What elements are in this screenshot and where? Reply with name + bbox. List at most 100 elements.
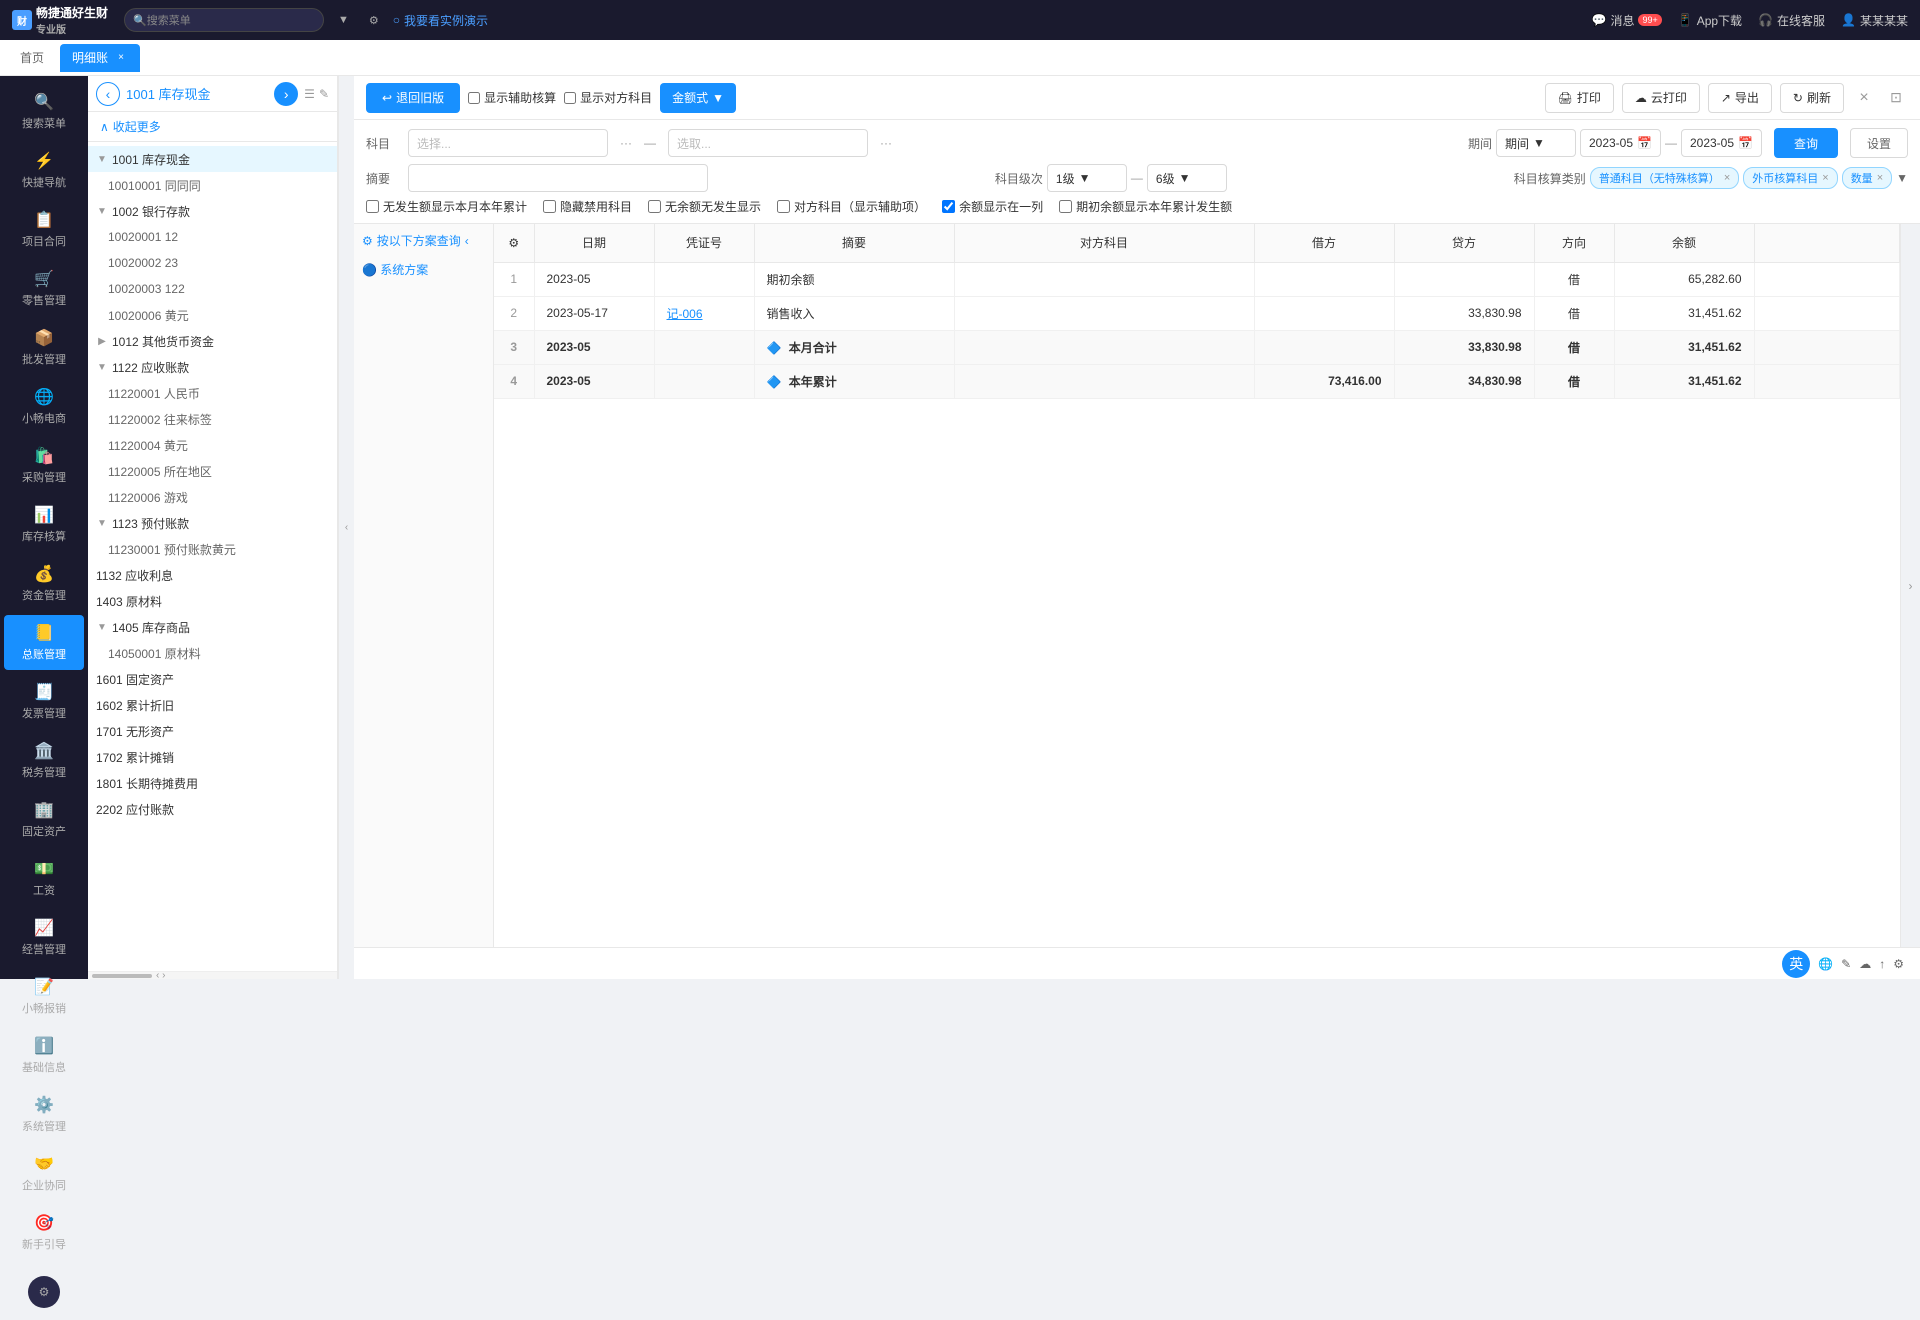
bottom-translate-btn[interactable]: 英 [1782, 950, 1810, 978]
sidebar-item-wholesale[interactable]: 📦 批发管理 [4, 320, 84, 375]
bottom-edit-icon[interactable]: ✎ [1841, 957, 1851, 971]
tree-item-1702[interactable]: 1702 累计摊销 [88, 744, 337, 770]
tree-item-10010001[interactable]: 10010001 同同同 [88, 172, 337, 198]
summary-input[interactable] [408, 164, 708, 192]
voucher-link-2[interactable]: 记-006 [667, 307, 703, 321]
tree-item-11230001[interactable]: 11230001 预付账款黄元 [88, 536, 337, 562]
tree-item-10020002[interactable]: 10020002 23 [88, 250, 337, 276]
window-expand-btn[interactable]: ⊡ [1884, 86, 1908, 110]
tree-item-1701[interactable]: 1701 无形资产 [88, 718, 337, 744]
tree-item-10020006[interactable]: 10020006 黄元 [88, 302, 337, 328]
filter-config-icon[interactable]: ⚙ [362, 234, 373, 248]
tree-item-11220006[interactable]: 11220006 游戏 [88, 484, 337, 510]
tree-item-10020003[interactable]: 10020003 122 [88, 276, 337, 302]
checkbox-hide-disabled[interactable]: 隐藏禁用科目 [543, 198, 632, 215]
tree-item-11220005[interactable]: 11220005 所在地区 [88, 458, 337, 484]
list-view-icon[interactable]: ☰ [304, 87, 315, 101]
sidebar-item-expenses[interactable]: 📝 小畅报销 [4, 969, 84, 1024]
tree-item-2202[interactable]: 2202 应付账款 [88, 796, 337, 822]
checkbox-no-balance-show[interactable]: 无余额无发生显示 [648, 198, 761, 215]
user-avatar[interactable]: 👤 某某某某 [1841, 12, 1908, 29]
td-voucher-2[interactable]: 记-006 [654, 296, 754, 330]
sidebar-item-general-ledger[interactable]: 📒 总账管理 [4, 615, 84, 670]
bottom-cloud-icon[interactable]: ☁ [1859, 957, 1871, 971]
checkbox-hide-disabled-input[interactable] [543, 200, 556, 213]
checkbox-balance-one-col[interactable]: 余额显示在一列 [942, 198, 1043, 215]
sidebar-item-ecommerce[interactable]: 🌐 小畅电商 [4, 379, 84, 434]
checkbox-show-ytd[interactable]: 期初余额显示本年累计发生额 [1059, 198, 1232, 215]
message-btn[interactable]: 💬 消息 99+ [1592, 12, 1662, 29]
show-counter-subject-checkbox[interactable]: 显示对方科目 [564, 89, 652, 106]
refresh-btn[interactable]: ↻ 刷新 [1780, 83, 1844, 113]
online-service-btn[interactable]: 🎧 在线客服 [1758, 12, 1825, 29]
account-scrollbar[interactable]: ‹ › [88, 971, 337, 979]
tag-foreign-subject[interactable]: 外币核算科目 × [1743, 167, 1837, 189]
tag-quantity-remove[interactable]: × [1877, 172, 1883, 184]
sidebar-item-guide[interactable]: 🎯 新手引导 [4, 1205, 84, 1260]
query-btn[interactable]: 查询 [1774, 128, 1838, 158]
tree-item-14050001[interactable]: 14050001 原材料 [88, 640, 337, 666]
show-counter-input[interactable] [564, 92, 576, 104]
checkbox-balance-one-col-input[interactable] [942, 200, 955, 213]
show-helper-input[interactable] [468, 92, 480, 104]
edit-icon[interactable]: ✎ [319, 87, 329, 101]
period-end-input[interactable]: 2023-05 📅 [1681, 129, 1762, 157]
bottom-globe-icon[interactable]: 🌐 [1818, 957, 1833, 971]
app-download-btn[interactable]: 📱 App下载 [1678, 12, 1742, 29]
sidebar-item-business[interactable]: 📈 经营管理 [4, 910, 84, 965]
cloud-print-btn[interactable]: ☁ 云打印 [1622, 83, 1700, 113]
tree-item-11220002[interactable]: 11220002 往来标签 [88, 406, 337, 432]
bottom-upload-icon[interactable]: ↑ [1879, 957, 1885, 971]
right-expand-panel[interactable]: › [1900, 224, 1920, 947]
tree-item-10020001[interactable]: 10020001 12 [88, 224, 337, 250]
collect-more-btn[interactable]: ∧ 收起更多 [88, 112, 337, 142]
tree-item-1123[interactable]: ▼ 1123 预付账款 [88, 510, 337, 536]
sidebar-item-basic-info[interactable]: ℹ️ 基础信息 [4, 1028, 84, 1083]
sidebar-item-project[interactable]: 📋 项目合同 [4, 202, 84, 257]
sidebar-item-retail[interactable]: 🛒 零售管理 [4, 261, 84, 316]
period-type-select[interactable]: 期间 ▼ [1496, 129, 1576, 157]
th-settings[interactable]: ⚙ [494, 224, 534, 262]
subject-end-input[interactable]: 选取... [668, 129, 868, 157]
account-prev-btn[interactable]: ‹ [96, 82, 120, 106]
tree-item-1122[interactable]: ▼ 1122 应收账款 [88, 354, 337, 380]
tree-item-1012[interactable]: ▶ 1012 其他货币资金 [88, 328, 337, 354]
filter-panel-collapse-icon[interactable]: ‹ [465, 234, 469, 248]
window-close-btn[interactable]: × [1852, 86, 1876, 110]
tag-normal-remove[interactable]: × [1724, 172, 1730, 184]
set-btn[interactable]: 设置 [1850, 128, 1908, 158]
tree-item-1602[interactable]: 1602 累计折旧 [88, 692, 337, 718]
print-btn[interactable]: 🖨 打印 [1545, 83, 1614, 113]
sidebar-item-cooperation[interactable]: 🤝 企业协同 [4, 1146, 84, 1201]
show-helper-checkbox[interactable]: 显示辅助核算 [468, 89, 556, 106]
tree-item-1801[interactable]: 1801 长期待摊费用 [88, 770, 337, 796]
table-settings-icon[interactable]: ⚙ [508, 236, 519, 250]
tree-item-11220001[interactable]: 11220001 人民币 [88, 380, 337, 406]
checkbox-show-counter[interactable]: 对方科目（显示辅助项） [777, 198, 926, 215]
export-btn[interactable]: ↗ 导出 [1708, 83, 1772, 113]
sidebar-item-tax[interactable]: 🏛️ 税务管理 [4, 733, 84, 788]
dropdown-icon[interactable]: ▼ [332, 12, 355, 28]
sidebar-item-search-menu[interactable]: 🔍 搜索菜单 [4, 84, 84, 139]
tree-item-1405[interactable]: ▼ 1405 库存商品 [88, 614, 337, 640]
sidebar-item-quick-nav[interactable]: ⚡ 快捷导航 [4, 143, 84, 198]
checkbox-show-counter-input[interactable] [777, 200, 790, 213]
sidebar-item-salary[interactable]: 💵 工资 [4, 851, 84, 906]
tree-item-11220004[interactable]: 11220004 黄元 [88, 432, 337, 458]
tab-close-icon[interactable]: × [114, 51, 128, 65]
tree-item-1002[interactable]: ▼ 1002 银行存款 [88, 198, 337, 224]
side-toggle-btn[interactable]: ‹ [338, 76, 354, 979]
sidebar-item-sys-mgmt[interactable]: ⚙️ 系统管理 [4, 1087, 84, 1142]
checkbox-no-balance[interactable]: 无发生额显示本月本年累计 [366, 198, 527, 215]
tree-item-1601[interactable]: 1601 固定资产 [88, 666, 337, 692]
sidebar-item-purchase[interactable]: 🛍️ 采购管理 [4, 438, 84, 493]
checkbox-no-balance-show-input[interactable] [648, 200, 661, 213]
tag-foreign-remove[interactable]: × [1822, 172, 1828, 184]
tag-normal-subject[interactable]: 普通科目（无特殊核算） × [1590, 167, 1739, 189]
bottom-settings-icon[interactable]: ⚙ [1893, 957, 1904, 971]
settings-gear-btn[interactable]: ⚙ [28, 1276, 60, 1308]
return-old-version-btn[interactable]: ↩ 退回旧版 [366, 83, 460, 113]
account-next-btn[interactable]: › [274, 82, 298, 106]
period-start-input[interactable]: 2023-05 📅 [1580, 129, 1661, 157]
sidebar-item-fixed-assets[interactable]: 🏢 固定资产 [4, 792, 84, 847]
